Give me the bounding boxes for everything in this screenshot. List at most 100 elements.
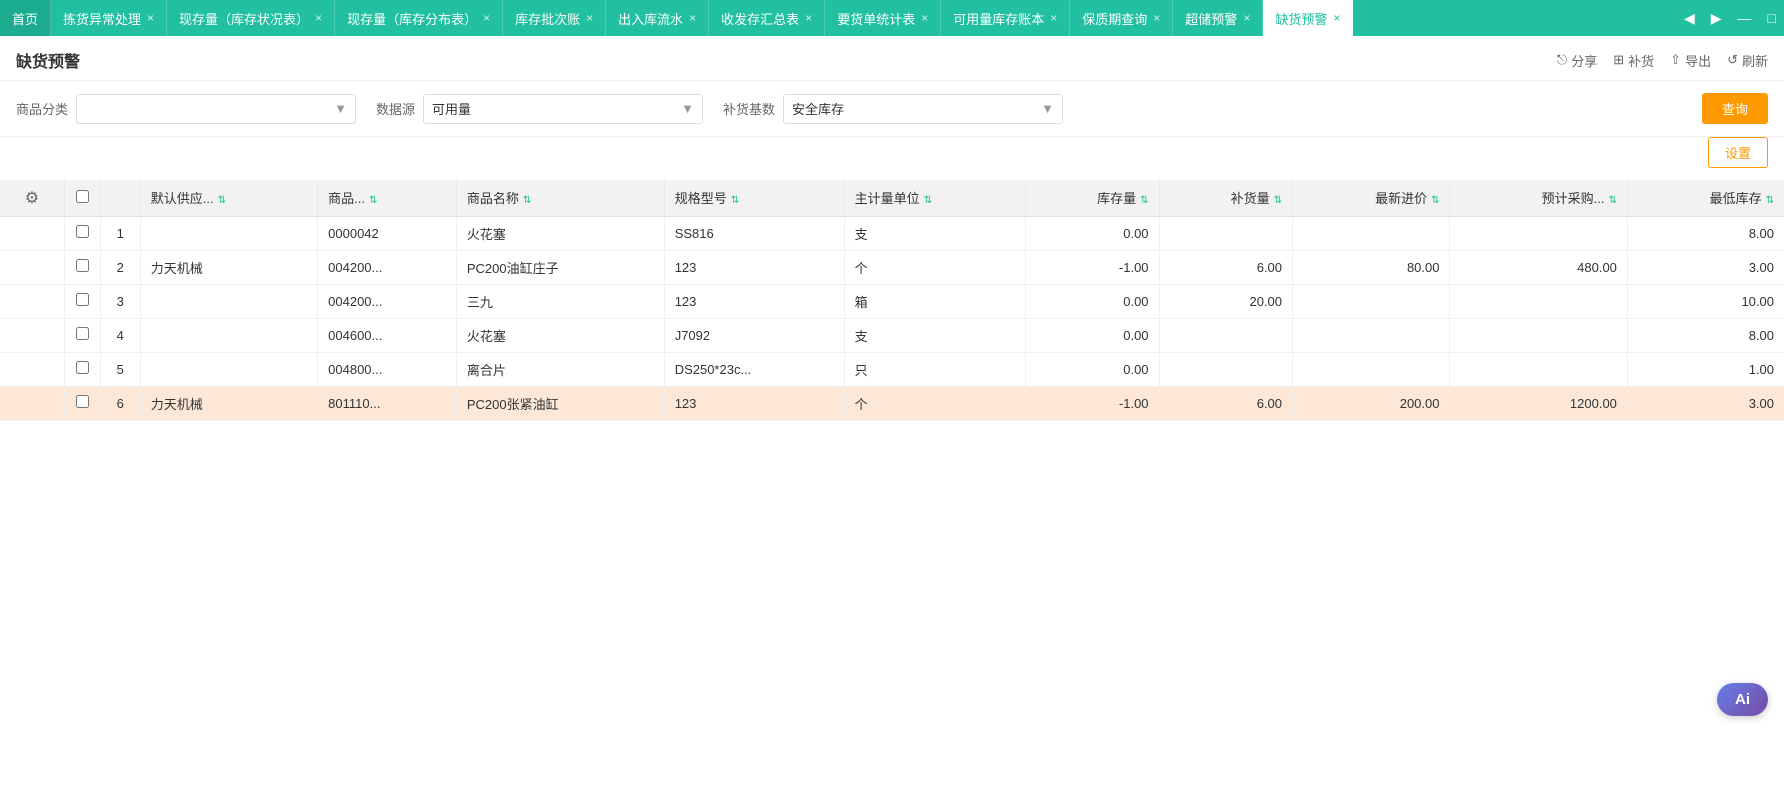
column-settings-btn[interactable]: ⚙ xyxy=(25,188,39,208)
tab-close-shortage[interactable]: × xyxy=(1333,11,1340,25)
setting-button[interactable]: 设置 xyxy=(1708,137,1768,168)
row-goods-name: 火花塞 xyxy=(456,216,664,250)
base-label: 补货基数 xyxy=(723,99,775,118)
col-latest-price-header[interactable]: 最新进价⇅ xyxy=(1293,180,1450,216)
row-stock: 0.00 xyxy=(1026,216,1159,250)
row-checkbox[interactable] xyxy=(76,327,89,340)
row-checkbox-cell[interactable] xyxy=(64,284,100,318)
row-stock: 0.00 xyxy=(1026,352,1159,386)
row-est-purchase: 480.00 xyxy=(1450,250,1627,284)
row-checkbox-cell[interactable] xyxy=(64,318,100,352)
category-dropdown-icon: ▼ xyxy=(334,101,347,116)
row-stock: -1.00 xyxy=(1026,386,1159,420)
table-body: 1 0000042 火花塞 SS816 支 0.00 8.00 2 力天机械 0… xyxy=(0,216,1784,420)
col-replenish-header[interactable]: 补货量⇅ xyxy=(1159,180,1292,216)
col-min-stock-header[interactable]: 最低库存⇅ xyxy=(1627,180,1784,216)
tab-close-inventory-status[interactable]: × xyxy=(315,11,322,25)
tab-next-btn[interactable]: ▶ xyxy=(1703,10,1730,27)
col-unit-header[interactable]: 主计量单位⇅ xyxy=(844,180,1025,216)
row-goods-code: 004200... xyxy=(318,284,457,318)
row-checkbox-cell[interactable] xyxy=(64,216,100,250)
table-header-row: ⚙ 默认供应...⇅ 商品...⇅ 商品名称⇅ xyxy=(0,180,1784,216)
tab-inventory-status[interactable]: 现存量（库存状况表） × xyxy=(167,0,335,36)
row-est-purchase xyxy=(1450,284,1627,318)
tab-minimize-btn[interactable]: — xyxy=(1730,10,1760,26)
est-purchase-sort-icon: ⇅ xyxy=(1609,195,1617,206)
row-min-stock: 8.00 xyxy=(1627,318,1784,352)
goods-name-sort-icon: ⇅ xyxy=(523,195,531,206)
row-stock: 0.00 xyxy=(1026,284,1159,318)
row-checkbox[interactable] xyxy=(76,293,89,306)
tab-close-collect[interactable]: × xyxy=(805,11,812,25)
data-table: ⚙ 默认供应...⇅ 商品...⇅ 商品名称⇅ xyxy=(0,180,1784,421)
table-row: 1 0000042 火花塞 SS816 支 0.00 8.00 xyxy=(0,216,1784,250)
tab-available[interactable]: 可用量库存账本 × xyxy=(941,0,1070,36)
tab-close-inventory-dist[interactable]: × xyxy=(483,11,490,25)
tab-demand[interactable]: 要货单统计表 × xyxy=(825,0,941,36)
tab-close-overstock[interactable]: × xyxy=(1243,11,1250,25)
select-all-checkbox[interactable] xyxy=(76,190,89,203)
tab-prev-btn[interactable]: ◀ xyxy=(1676,10,1703,27)
row-checkbox-cell[interactable] xyxy=(64,352,100,386)
tab-close-expiry[interactable]: × xyxy=(1153,11,1160,25)
row-checkbox[interactable] xyxy=(76,361,89,374)
refresh-btn[interactable]: ↺ 刷新 xyxy=(1727,51,1768,70)
base-select[interactable]: 安全库存 ▼ xyxy=(783,94,1063,124)
tab-close-inout[interactable]: × xyxy=(689,11,696,25)
filter-row2: 设置 xyxy=(0,137,1784,180)
col-est-purchase-header[interactable]: 预计采购...⇅ xyxy=(1450,180,1627,216)
ai-badge[interactable]: Ai xyxy=(1717,683,1768,716)
tab-shortage[interactable]: 缺货预警 × xyxy=(1263,0,1353,36)
row-latest-price xyxy=(1293,216,1450,250)
row-checkbox[interactable] xyxy=(76,395,89,408)
tab-collect[interactable]: 收发存汇总表 × xyxy=(709,0,825,36)
tab-home[interactable]: 首页 xyxy=(0,0,51,36)
row-latest-price xyxy=(1293,284,1450,318)
tab-close-demand[interactable]: × xyxy=(921,11,928,25)
row-spec: 123 xyxy=(664,284,844,318)
row-replenish xyxy=(1159,318,1292,352)
tab-maximize-btn[interactable]: □ xyxy=(1760,10,1784,26)
tab-inout-flow[interactable]: 出入库流水 × xyxy=(606,0,709,36)
col-supplier-header[interactable]: 默认供应...⇅ xyxy=(140,180,317,216)
row-spec: 123 xyxy=(664,250,844,284)
row-supplier xyxy=(140,216,317,250)
col-gear: ⚙ xyxy=(0,180,64,216)
row-checkbox[interactable] xyxy=(76,259,89,272)
row-checkbox[interactable] xyxy=(76,225,89,238)
row-unit: 个 xyxy=(844,386,1025,420)
tab-expiry[interactable]: 保质期查询 × xyxy=(1070,0,1173,36)
tab-inventory-dist[interactable]: 现存量（库存分布表） × xyxy=(335,0,503,36)
spec-sort-icon: ⇅ xyxy=(731,195,739,206)
tab-close-available[interactable]: × xyxy=(1050,11,1057,25)
filter-datasource-group: 数据源 可用量 ▼ xyxy=(376,94,703,124)
tab-abnormal[interactable]: 拣货异常处理 × xyxy=(51,0,167,36)
unit-sort-icon: ⇅ xyxy=(924,195,932,206)
row-replenish: 6.00 xyxy=(1159,250,1292,284)
table-row: 4 004600... 火花塞 J7092 支 0.00 8.00 xyxy=(0,318,1784,352)
filter-right-buttons: 查询 xyxy=(1702,93,1768,124)
row-goods-code: 801110... xyxy=(318,386,457,420)
datasource-select[interactable]: 可用量 ▼ xyxy=(423,94,703,124)
category-select[interactable]: ▼ xyxy=(76,94,356,124)
row-checkbox-cell[interactable] xyxy=(64,386,100,420)
export-btn[interactable]: ⇧ 导出 xyxy=(1670,51,1711,70)
share-btn[interactable]: ⎋ 分享 xyxy=(1557,51,1597,70)
query-button[interactable]: 查询 xyxy=(1702,93,1768,124)
tab-close-batch[interactable]: × xyxy=(586,11,593,25)
row-stock: -1.00 xyxy=(1026,250,1159,284)
tab-close-abnormal[interactable]: × xyxy=(147,11,154,25)
col-stock-header[interactable]: 库存量⇅ xyxy=(1026,180,1159,216)
table-row: 5 004800... 离合片 DS250*23c... 只 0.00 1.00 xyxy=(0,352,1784,386)
col-goods-name-header[interactable]: 商品名称⇅ xyxy=(456,180,664,216)
tab-overstock[interactable]: 超储预警 × xyxy=(1173,0,1263,36)
row-checkbox-cell[interactable] xyxy=(64,250,100,284)
replenish-btn[interactable]: ⊞ 补货 xyxy=(1613,51,1654,70)
col-goods-code-header[interactable]: 商品...⇅ xyxy=(318,180,457,216)
row-replenish xyxy=(1159,352,1292,386)
col-spec-header[interactable]: 规格型号⇅ xyxy=(664,180,844,216)
tab-batch[interactable]: 库存批次账 × xyxy=(503,0,606,36)
row-spec: DS250*23c... xyxy=(664,352,844,386)
filter-base-group: 补货基数 安全库存 ▼ xyxy=(723,94,1063,124)
col-select-all[interactable] xyxy=(64,180,100,216)
